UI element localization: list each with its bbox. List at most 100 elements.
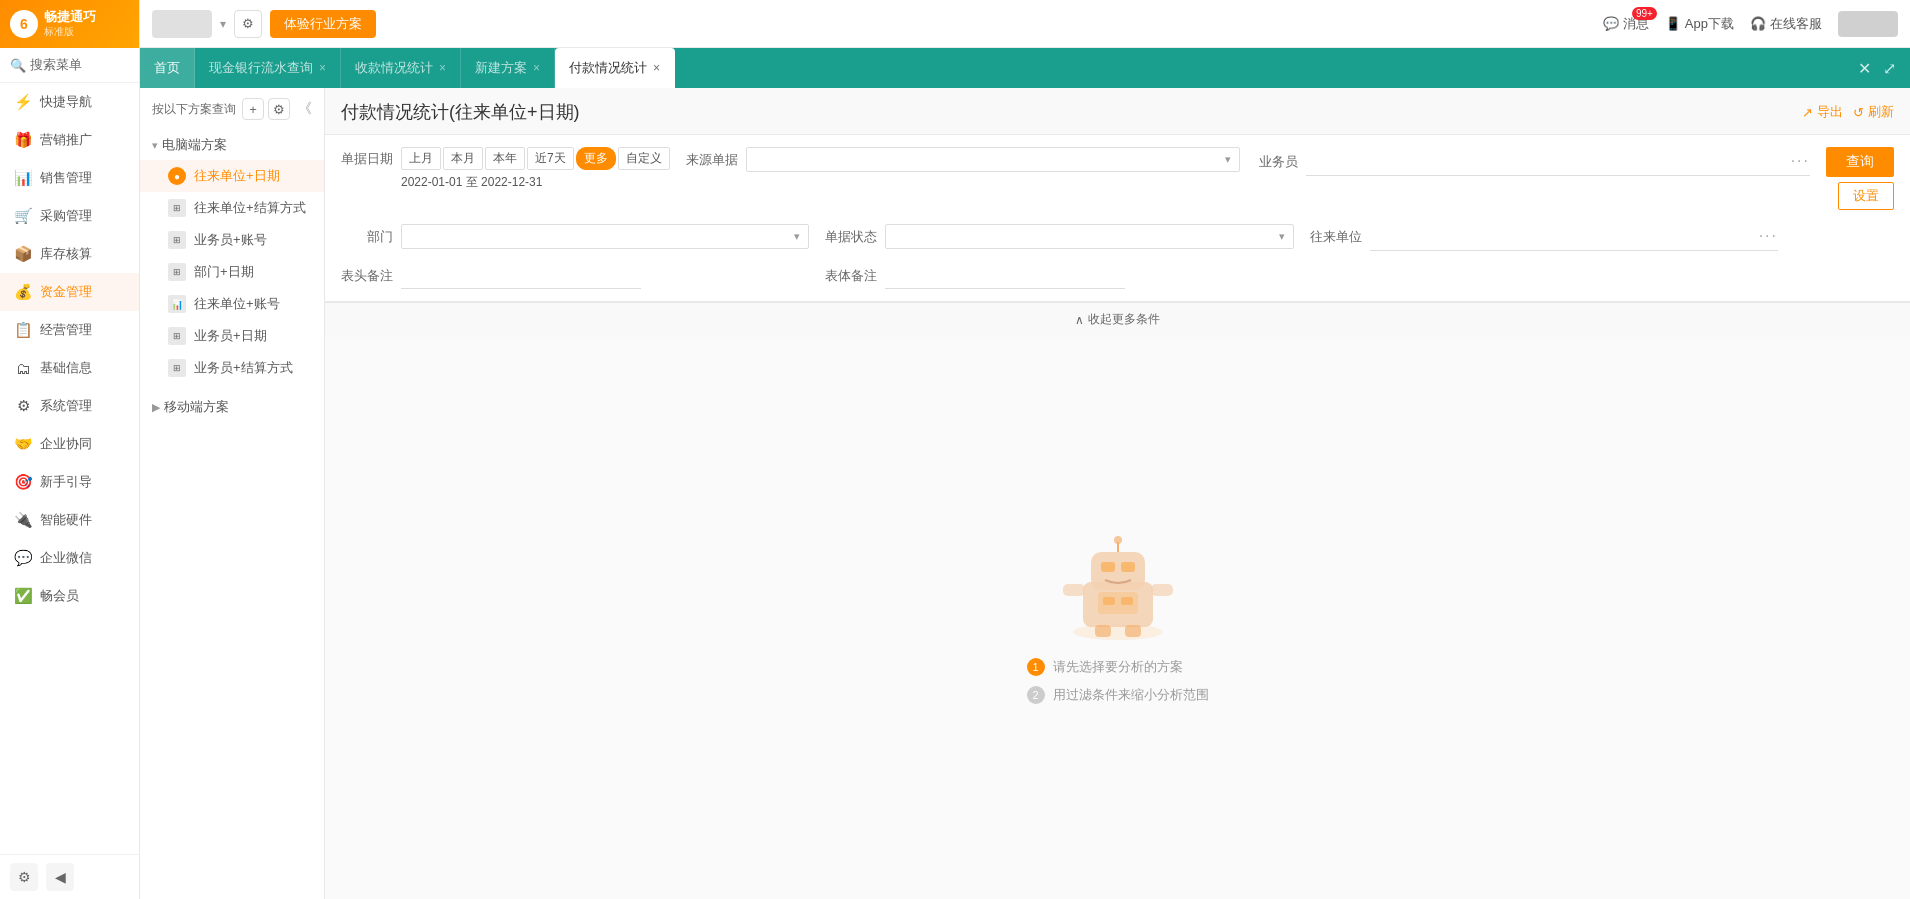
- date-btn-last-month[interactable]: 上月: [401, 147, 441, 170]
- sidebar-item-system[interactable]: ⚙ 系统管理: [0, 387, 139, 425]
- date-btn-more[interactable]: 更多: [576, 147, 616, 170]
- collapse-bar[interactable]: ∧ 收起更多条件: [325, 302, 1910, 336]
- sidebar-item-label: 新手引导: [40, 473, 92, 491]
- settings-btn[interactable]: 设置: [1838, 182, 1894, 210]
- body-note-input[interactable]: [885, 263, 1125, 289]
- refresh-btn[interactable]: ↺ 刷新: [1853, 103, 1894, 121]
- tab-new-scheme[interactable]: 新建方案 ×: [461, 48, 555, 88]
- search-label: 搜索菜单: [30, 56, 82, 74]
- scheme-item-salesman-account[interactable]: ⊞ 业务员+账号: [140, 224, 324, 256]
- main-area: ▾ ⚙ 体验行业方案 💬 消息 99+ 📱 App下载 🎧 在线客服: [140, 0, 1910, 899]
- company-avatar: [152, 10, 212, 38]
- scheme-item-salesman-settle[interactable]: ⊞ 业务员+结算方式: [140, 352, 324, 384]
- settings-icon: ⚙: [273, 102, 285, 117]
- side-panel-add-btn[interactable]: +: [242, 98, 264, 120]
- date-btn-last7[interactable]: 近7天: [527, 147, 574, 170]
- side-panel-settings-btn[interactable]: ⚙: [268, 98, 290, 120]
- sidebar-item-guide[interactable]: 🎯 新手引导: [0, 463, 139, 501]
- service-action[interactable]: 🎧 在线客服: [1750, 15, 1822, 33]
- tab-home-label: 首页: [154, 59, 180, 77]
- unit-input[interactable]: [1370, 229, 1759, 244]
- robot-svg: [1053, 532, 1183, 642]
- tab-cash-flow-close[interactable]: ×: [319, 61, 326, 75]
- group-arrow-icon: ▶: [152, 401, 160, 414]
- svg-rect-9: [1095, 625, 1111, 637]
- date-btn-this-month[interactable]: 本月: [443, 147, 483, 170]
- tab-payment-stats-close[interactable]: ×: [653, 61, 660, 75]
- tab-new-scheme-label: 新建方案: [475, 59, 527, 77]
- sidebar-item-purchase[interactable]: 🛒 采购管理: [0, 197, 139, 235]
- salesman-input[interactable]: [1306, 154, 1791, 169]
- unit-dots-icon[interactable]: ···: [1759, 227, 1778, 245]
- side-panel-collapse-btn[interactable]: 《: [298, 100, 312, 118]
- topbar-left: ▾ ⚙ 体验行业方案: [152, 10, 1595, 38]
- app-download-action[interactable]: 📱 App下载: [1665, 15, 1734, 33]
- sidebar-item-operation[interactable]: 📋 经营管理: [0, 311, 139, 349]
- doc-status-dropdown-icon: ▾: [1279, 230, 1285, 243]
- header-note-input[interactable]: [401, 263, 641, 289]
- scheme-item-dept-date[interactable]: ⊞ 部门+日期: [140, 256, 324, 288]
- tab-payment-stats[interactable]: 付款情况统计 ×: [555, 48, 675, 88]
- tabbar-close-btn[interactable]: ✕: [1854, 57, 1875, 80]
- scheme-item-unit-settle[interactable]: ⊞ 往来单位+结算方式: [140, 192, 324, 224]
- topbar-dropdown-icon[interactable]: ▾: [220, 17, 226, 31]
- mobile-group-title[interactable]: ▶ 移动端方案: [140, 392, 324, 422]
- topbar-gear-btn[interactable]: ⚙: [234, 10, 262, 38]
- purchase-icon: 🛒: [14, 207, 32, 225]
- filter-row-1: 单据日期 上月 本月 本年 近7天 更多 自定义 2022-01-01 至 20…: [341, 147, 1894, 210]
- source-select[interactable]: ▾: [746, 147, 1240, 172]
- marketing-icon: 🎁: [14, 131, 32, 149]
- tabbar-expand-btn[interactable]: ⤢: [1879, 57, 1900, 80]
- sidebar-item-member[interactable]: ✅ 畅会员: [0, 577, 139, 615]
- dept-filter-item: 部门 ▾: [341, 224, 809, 249]
- tab-cash-flow[interactable]: 现金银行流水查询 ×: [195, 48, 341, 88]
- dept-select[interactable]: ▾: [401, 224, 809, 249]
- group-label: 移动端方案: [164, 398, 229, 416]
- sidebar-item-enterprise[interactable]: 🤝 企业协同: [0, 425, 139, 463]
- topbar: ▾ ⚙ 体验行业方案 💬 消息 99+ 📱 App下载 🎧 在线客服: [140, 0, 1910, 48]
- header-note-filter: 表头备注: [341, 263, 809, 289]
- tab-receipt-stats-close[interactable]: ×: [439, 61, 446, 75]
- tab-new-scheme-close[interactable]: ×: [533, 61, 540, 75]
- empty-tip-2: 2 用过滤条件来缩小分析范围: [1027, 686, 1209, 704]
- sidebar-item-marketing[interactable]: 🎁 营销推广: [0, 121, 139, 159]
- search-icon: 🔍: [10, 58, 26, 73]
- date-buttons: 上月 本月 本年 近7天 更多 自定义: [401, 147, 670, 170]
- desktop-group-title[interactable]: ▾ 电脑端方案: [140, 130, 324, 160]
- date-btn-this-year[interactable]: 本年: [485, 147, 525, 170]
- scheme-table-icon: ⊞: [168, 327, 186, 345]
- footer-collapse-btn[interactable]: ◀: [46, 863, 74, 891]
- sidebar-item-capital[interactable]: 💰 资金管理: [0, 273, 139, 311]
- sidebar-item-quick-nav[interactable]: ⚡ 快捷导航: [0, 83, 139, 121]
- sidebar-item-label: 畅会员: [40, 587, 79, 605]
- scheme-item-label: 部门+日期: [194, 263, 254, 281]
- query-btn[interactable]: 查询: [1826, 147, 1894, 177]
- tab-receipt-stats[interactable]: 收款情况统计 ×: [341, 48, 461, 88]
- scheme-item-unit-account[interactable]: 📊 往来单位+账号: [140, 288, 324, 320]
- search-menu[interactable]: 🔍 搜索菜单: [0, 48, 139, 83]
- sidebar-item-hardware[interactable]: 🔌 智能硬件: [0, 501, 139, 539]
- tab-home[interactable]: 首页: [140, 48, 195, 88]
- app-icon: 📱: [1665, 16, 1681, 31]
- doc-status-select[interactable]: ▾: [885, 224, 1293, 249]
- sidebar-item-inventory[interactable]: 📦 库存核算: [0, 235, 139, 273]
- sidebar-item-wechat[interactable]: 💬 企业微信: [0, 539, 139, 577]
- svg-rect-12: [1103, 597, 1115, 605]
- sidebar-item-basic[interactable]: 🗂 基础信息: [0, 349, 139, 387]
- dept-label: 部门: [341, 228, 393, 246]
- scheme-item-unit-date[interactable]: ● 往来单位+日期: [140, 160, 324, 192]
- scheme-item-salesman-date[interactable]: ⊞ 业务员+日期: [140, 320, 324, 352]
- trial-btn[interactable]: 体验行业方案: [270, 10, 376, 38]
- sales-icon: 📊: [14, 169, 32, 187]
- footer-settings-btn[interactable]: ⚙: [10, 863, 38, 891]
- export-btn[interactable]: ↗ 导出: [1802, 103, 1843, 121]
- salesman-dots-icon[interactable]: ···: [1791, 152, 1810, 170]
- scheme-item-label: 往来单位+日期: [194, 167, 280, 185]
- sidebar-item-sales[interactable]: 📊 销售管理: [0, 159, 139, 197]
- quick-nav-icon: ⚡: [14, 93, 32, 111]
- date-btn-custom[interactable]: 自定义: [618, 147, 670, 170]
- sidebar-brand: 畅捷通巧 标准版: [44, 9, 96, 39]
- message-action[interactable]: 💬 消息 99+: [1603, 15, 1649, 33]
- empty-tip-1: 1 请先选择要分析的方案: [1027, 658, 1209, 676]
- user-avatar[interactable]: [1838, 11, 1898, 37]
